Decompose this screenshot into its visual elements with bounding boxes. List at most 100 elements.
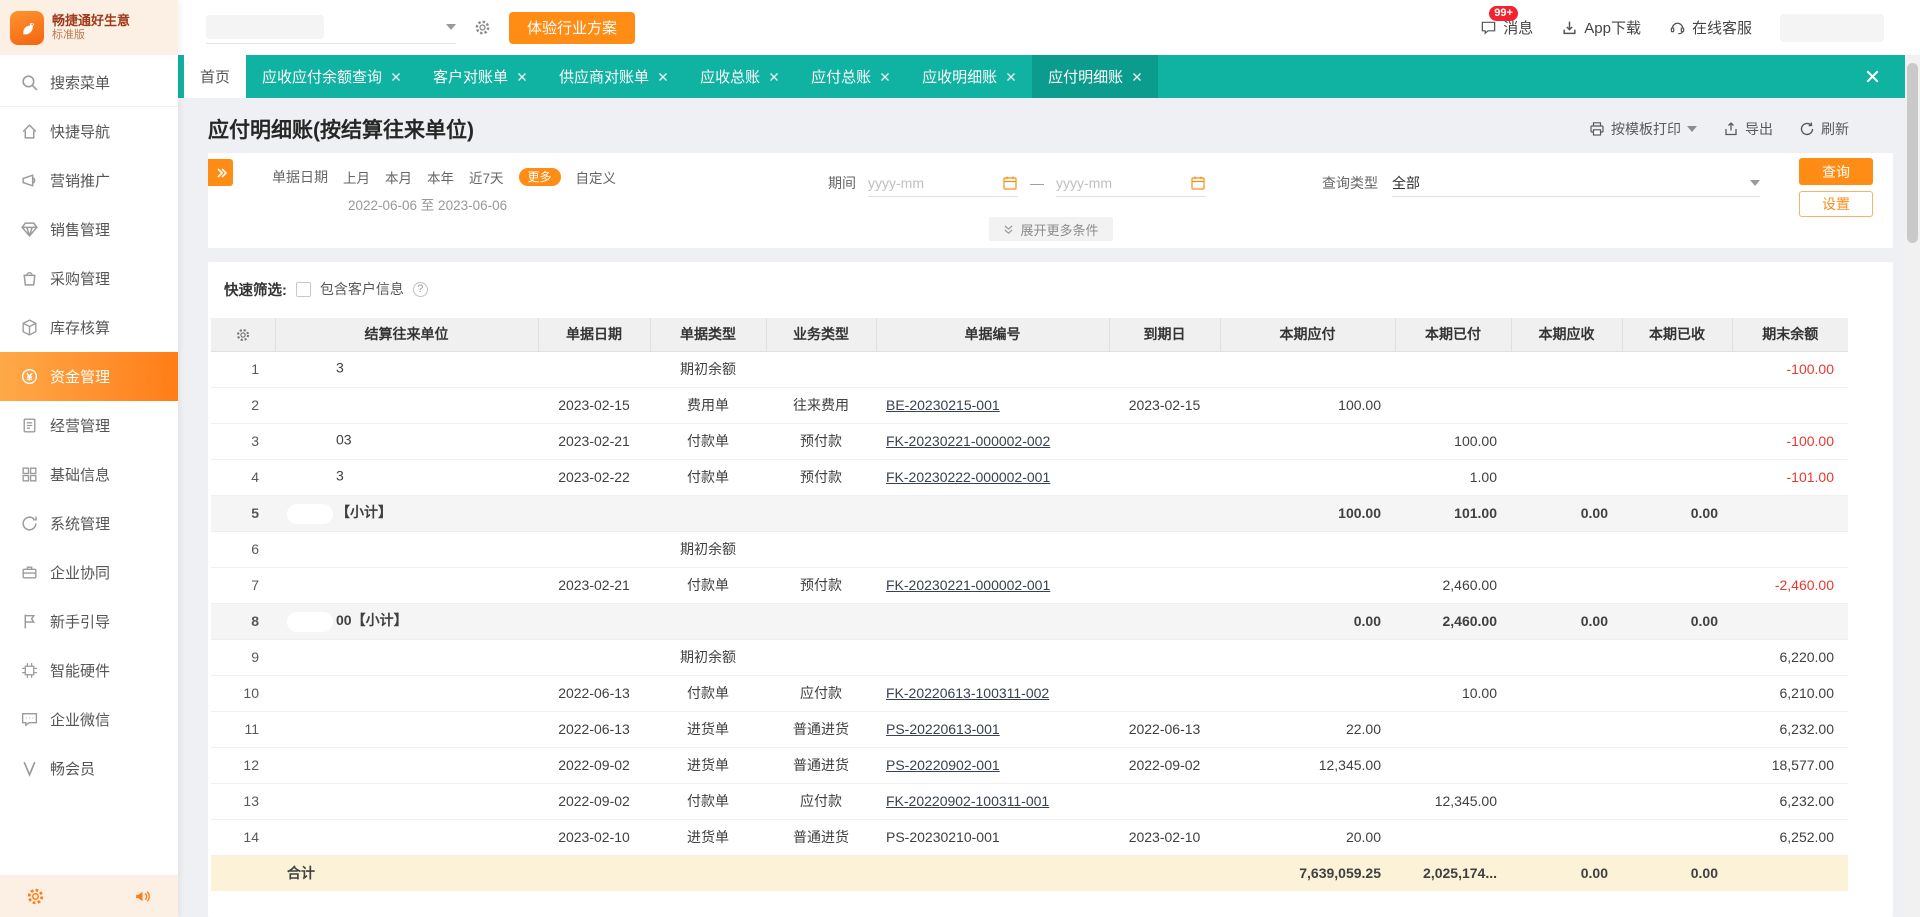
sidebar-item-basic-info[interactable]: 基础信息 [0,450,178,499]
table-row[interactable]: 1 3 期初余额 -100.00 [211,351,1848,388]
table-row[interactable]: 13 2022-09-02 付款单 应付款 FK-20220902-100311-001… [211,783,1848,820]
sidebar-item-beginner-guide[interactable]: 新手引导 [0,597,178,646]
tab-ar-ledger[interactable]: 应收总账 [684,55,795,98]
search-button[interactable]: 查询 [1799,158,1873,185]
doc-no-link[interactable]: PS-20220613-001 [886,721,1000,737]
tab-close-icon[interactable] [658,72,668,82]
cell-receivable [1511,711,1622,748]
custom-range-button[interactable]: 自定义 [576,167,617,187]
gear-icon[interactable] [474,19,491,36]
sidebar-item-operations[interactable]: 经营管理 [0,401,178,450]
table-row[interactable]: 7 2023-02-21 付款单 预付款 FK-20230221-000002-001 2… [211,567,1848,604]
table-row[interactable]: 11 2022-06-13 进货单 普通进货 PS-20220613-001 2022-0… [211,711,1848,748]
sidebar-item-marketing[interactable]: 营销推广 [0,156,178,205]
tab-customer-statement[interactable]: 客户对账单 [417,55,543,98]
calendar-icon[interactable] [1190,175,1206,191]
cell-partner [275,783,538,820]
sidebar-item-quick-nav[interactable]: 快捷导航 [0,107,178,156]
redacted-partner-name [287,755,333,775]
redacted-company-name [206,15,324,39]
app-download-button[interactable]: App下载 [1561,17,1641,38]
tab-home[interactable]: 首页 [184,55,247,98]
table-row[interactable]: 12 2022-09-02 进货单 普通进货 PS-20220902-001 2022-0… [211,747,1848,784]
sidebar-item-system[interactable]: 系统管理 [0,499,178,548]
range-this-month[interactable]: 本月 [385,167,412,187]
table-row[interactable]: 3 03 2023-02-21 付款单 预付款 FK-20230221-000002-00… [211,423,1848,460]
range-last-month[interactable]: 上月 [343,167,370,187]
tab-close-icon[interactable] [1006,72,1016,82]
sidebar-item-purchase[interactable]: 采购管理 [0,254,178,303]
cell-received [1622,531,1732,568]
cell-due-date [1109,531,1220,568]
export-button[interactable]: 导出 [1723,119,1773,139]
doc-no-link[interactable]: BE-20230215-001 [886,397,1000,413]
cell-doc-type [650,855,766,891]
sidebar-item-member[interactable]: 畅会员 [0,744,178,793]
sidebar-item-smart-hardware[interactable]: 智能硬件 [0,646,178,695]
refresh-button[interactable]: 刷新 [1799,119,1849,139]
doc-no-link[interactable]: FK-20230221-000002-002 [886,433,1050,449]
table-row[interactable]: 6 期初余额 [211,531,1848,568]
cell-doc-date: 2022-09-02 [538,747,650,784]
range-last-7-days[interactable]: 近7天 [469,167,504,187]
tab-close-icon[interactable] [517,72,527,82]
sidebar-item-wechat[interactable]: 企业微信 [0,695,178,744]
calendar-icon[interactable] [1002,175,1018,191]
settings-button[interactable]: 设置 [1799,191,1873,217]
online-support-button[interactable]: 在线客服 [1669,17,1752,38]
table-row[interactable]: 8 00【小计】 0.00 2,460.00 0.00 0.00 [211,603,1848,640]
home-icon [20,122,39,141]
tab-close-icon[interactable] [1132,72,1142,82]
doc-no-link[interactable]: FK-20220613-100311-002 [886,685,1049,701]
table-row[interactable]: 9 期初余额 6,220.00 [211,639,1848,676]
sidebar-item-collaboration[interactable]: 企业协同 [0,548,178,597]
cell-doc-date [538,639,650,676]
column-settings-gear-icon[interactable] [211,318,276,352]
tab-supplier-statement[interactable]: 供应商对账单 [543,55,684,98]
cell-payable [1220,639,1395,676]
more-ranges-button[interactable]: 更多 [518,168,561,186]
tab-ap-detail-ledger[interactable]: 应付明细账 [1032,55,1159,98]
sidebar-item-search-menu[interactable]: 搜索菜单 [0,58,178,107]
table-row[interactable]: 5 【小计】 100.00 101.00 0.00 0.00 [211,495,1848,532]
table-row[interactable]: 2 2023-02-15 费用单 往来费用 BE-20230215-001 2023-02… [211,387,1848,424]
print-by-template-button[interactable]: 按模板打印 [1589,119,1697,139]
tab-ap-ledger[interactable]: 应付总账 [795,55,906,98]
include-customer-checkbox[interactable] [295,281,311,297]
trial-plan-button[interactable]: 体验行业方案 [509,11,636,44]
tab-ar-ap-balance-query[interactable]: 应收应付余额查询 [246,55,417,98]
tab-ar-detail-ledger[interactable]: 应收明细账 [906,55,1032,98]
help-icon[interactable]: ? [412,281,428,297]
speaker-icon[interactable] [133,887,152,906]
cell-paid [1395,387,1511,424]
cell-seq: 4 [211,459,275,496]
doc-no-link[interactable]: FK-20230221-000002-001 [886,577,1050,593]
sidebar-item-funds[interactable]: 资金管理 [0,352,178,401]
table-row[interactable]: 4 3 2023-02-22 付款单 预付款 FK-20230222-000002-001… [211,459,1848,496]
range-this-year[interactable]: 本年 [427,167,454,187]
doc-no-link[interactable]: FK-20230222-000002-001 [886,469,1050,485]
scrollbar-thumb[interactable] [1907,63,1918,243]
table-row[interactable]: 10 2022-06-13 付款单 应付款 FK-20220613-100311-002… [211,675,1848,712]
table-row[interactable]: 14 2023-02-10 进货单 普通进货 PS-20230210-001 2023-0… [211,819,1848,856]
cell-biz-type: 普通进货 [766,747,876,784]
doc-no-link[interactable]: FK-20220902-100311-001 [886,793,1049,809]
settings-gear-icon[interactable] [26,887,45,906]
vertical-scrollbar[interactable] [1905,55,1920,917]
period-start-input[interactable]: yyyy-mm [868,169,1018,197]
sidebar-item-sales[interactable]: 销售管理 [0,205,178,254]
expand-more-conditions[interactable]: 展开更多条件 [988,217,1113,241]
messages-button[interactable]: 消息 99+ [1480,6,1533,38]
close-all-tabs-icon[interactable] [1865,69,1880,84]
sidebar-item-inventory[interactable]: 库存核算 [0,303,178,352]
doc-no-link[interactable]: PS-20220902-001 [886,757,1000,773]
cell-biz-type: 往来费用 [766,387,876,424]
company-selector[interactable] [206,12,456,44]
period-end-input[interactable]: yyyy-mm [1056,169,1206,197]
query-type-select[interactable]: 全部 [1392,169,1760,197]
tab-close-icon[interactable] [769,72,779,82]
tab-close-icon[interactable] [880,72,890,82]
tab-close-icon[interactable] [391,72,401,82]
collapse-filter-tab[interactable] [208,159,233,186]
cell-doc-date: 2022-06-13 [538,711,650,748]
